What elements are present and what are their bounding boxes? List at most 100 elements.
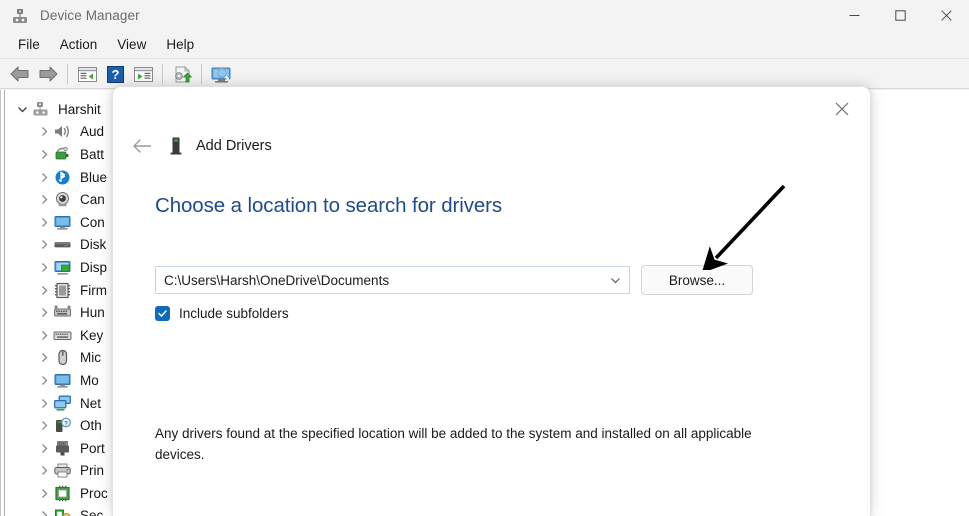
tree-root-label: Harshit	[58, 101, 101, 117]
chevron-down-icon[interactable]	[601, 267, 629, 293]
chevron-right-icon[interactable]	[36, 194, 52, 205]
toolbar-separator	[67, 64, 68, 84]
menu-file[interactable]: File	[8, 34, 50, 55]
chevron-right-icon[interactable]	[36, 172, 52, 183]
monitor-icon	[53, 372, 72, 389]
tree-item-label: Net	[80, 395, 102, 411]
tree-item-label: Blue	[80, 169, 108, 185]
toolbar: ?	[0, 60, 969, 89]
chevron-right-icon[interactable]	[36, 285, 52, 296]
show-hide-console-tree-icon[interactable]	[73, 62, 101, 87]
menu-view[interactable]: View	[107, 34, 156, 55]
chevron-right-icon[interactable]	[36, 126, 52, 137]
chevron-right-icon[interactable]	[36, 217, 52, 228]
human-interface-icon	[53, 304, 72, 321]
keyboard-icon	[53, 327, 72, 344]
tree-item-label: Oth	[80, 418, 102, 434]
panel-splitter[interactable]	[4, 90, 5, 516]
chevron-right-icon[interactable]	[36, 262, 52, 273]
svg-text:?: ?	[111, 67, 119, 82]
audio-icon	[53, 123, 72, 140]
browse-button[interactable]: Browse...	[641, 265, 753, 295]
toolbar-separator	[201, 64, 202, 84]
tree-item-label: Disk	[80, 237, 107, 253]
tree-item-label: Firm	[80, 282, 107, 298]
chevron-right-icon[interactable]	[36, 239, 52, 250]
back-button[interactable]	[125, 131, 159, 161]
window-title: Device Manager	[40, 8, 140, 23]
tree-item-label: Proc	[80, 485, 108, 501]
toolbar-separator	[162, 64, 163, 84]
menu-action[interactable]: Action	[50, 34, 108, 55]
disk-drive-icon	[53, 236, 72, 253]
menu-help[interactable]: Help	[156, 34, 204, 55]
port-icon	[53, 440, 72, 457]
chevron-right-icon[interactable]	[36, 510, 52, 516]
tree-item-label: Key	[80, 327, 104, 343]
tree-item-label: Sec	[80, 508, 104, 516]
dialog-title: Add Drivers	[196, 138, 272, 154]
tree-item-label: Con	[80, 214, 105, 230]
chevron-right-icon[interactable]	[36, 398, 52, 409]
close-button[interactable]	[923, 0, 969, 31]
display-adapter-icon	[53, 259, 72, 276]
add-drivers-dialog: Add Drivers Choose a location to search …	[112, 86, 871, 516]
window-titlebar: Device Manager	[0, 0, 969, 31]
dialog-heading: Choose a location to search for drivers	[155, 194, 503, 217]
chevron-right-icon[interactable]	[36, 375, 52, 386]
tree-item-label: Prin	[80, 463, 105, 479]
maximize-button[interactable]	[877, 0, 923, 31]
tree-item-label: Hun	[80, 305, 105, 321]
scan-hardware-changes-icon[interactable]	[207, 62, 235, 87]
location-input[interactable]: C:\Users\Harsh\OneDrive\Documents	[156, 273, 601, 288]
security-device-icon	[53, 507, 72, 516]
printer-icon	[53, 462, 72, 479]
device-manager-window: Device Manager File Action View Help ? H…	[0, 0, 969, 516]
computer-display-icon	[53, 214, 72, 231]
tree-item-label: Port	[80, 440, 105, 456]
tree-item-label: Mo	[80, 372, 99, 388]
tree-item-label: Disp	[80, 259, 108, 275]
tree-item-label: Mic	[80, 350, 101, 366]
chevron-right-icon[interactable]	[36, 330, 52, 341]
svg-text:?: ?	[64, 420, 68, 427]
chevron-down-icon[interactable]	[14, 104, 30, 115]
tree-item-label: Can	[80, 192, 105, 208]
dialog-header: Add Drivers	[113, 131, 272, 161]
bluetooth-icon	[53, 169, 72, 186]
include-subfolders-row[interactable]: Include subfolders	[155, 306, 289, 321]
menu-bar: File Action View Help	[0, 31, 969, 59]
dialog-close-button[interactable]	[822, 95, 862, 123]
battery-icon	[53, 146, 72, 163]
help-icon[interactable]: ?	[101, 62, 129, 87]
minimize-button[interactable]	[831, 0, 877, 31]
window-caption-buttons	[831, 0, 969, 31]
network-adapter-icon	[53, 395, 72, 412]
chevron-right-icon[interactable]	[36, 443, 52, 454]
location-combobox[interactable]: C:\Users\Harsh\OneDrive\Documents	[155, 266, 630, 294]
dialog-note: Any drivers found at the specified locat…	[155, 426, 752, 462]
panel-edge	[0, 90, 1, 516]
device-manager-icon	[11, 7, 29, 25]
device-icon	[168, 136, 184, 156]
other-device-icon: ?	[53, 417, 72, 434]
chevron-right-icon[interactable]	[36, 149, 52, 160]
forward-arrow-icon[interactable]	[34, 62, 62, 87]
chevron-right-icon[interactable]	[36, 307, 52, 318]
firmware-icon	[53, 282, 72, 299]
chevron-right-icon[interactable]	[36, 352, 52, 363]
camera-icon	[53, 191, 72, 208]
back-arrow-icon[interactable]	[6, 62, 34, 87]
tree-item-label: Batt	[80, 146, 105, 162]
chevron-right-icon[interactable]	[36, 488, 52, 499]
chevron-right-icon[interactable]	[36, 420, 52, 431]
computer-icon	[31, 101, 50, 118]
chevron-right-icon[interactable]	[36, 465, 52, 476]
update-driver-icon[interactable]	[168, 62, 196, 87]
mouse-icon	[53, 349, 72, 366]
tree-item-label: Aud	[80, 124, 105, 140]
include-subfolders-checkbox[interactable]	[155, 306, 170, 321]
include-subfolders-label: Include subfolders	[179, 306, 289, 321]
processor-icon	[53, 485, 72, 502]
properties-icon[interactable]	[129, 62, 157, 87]
